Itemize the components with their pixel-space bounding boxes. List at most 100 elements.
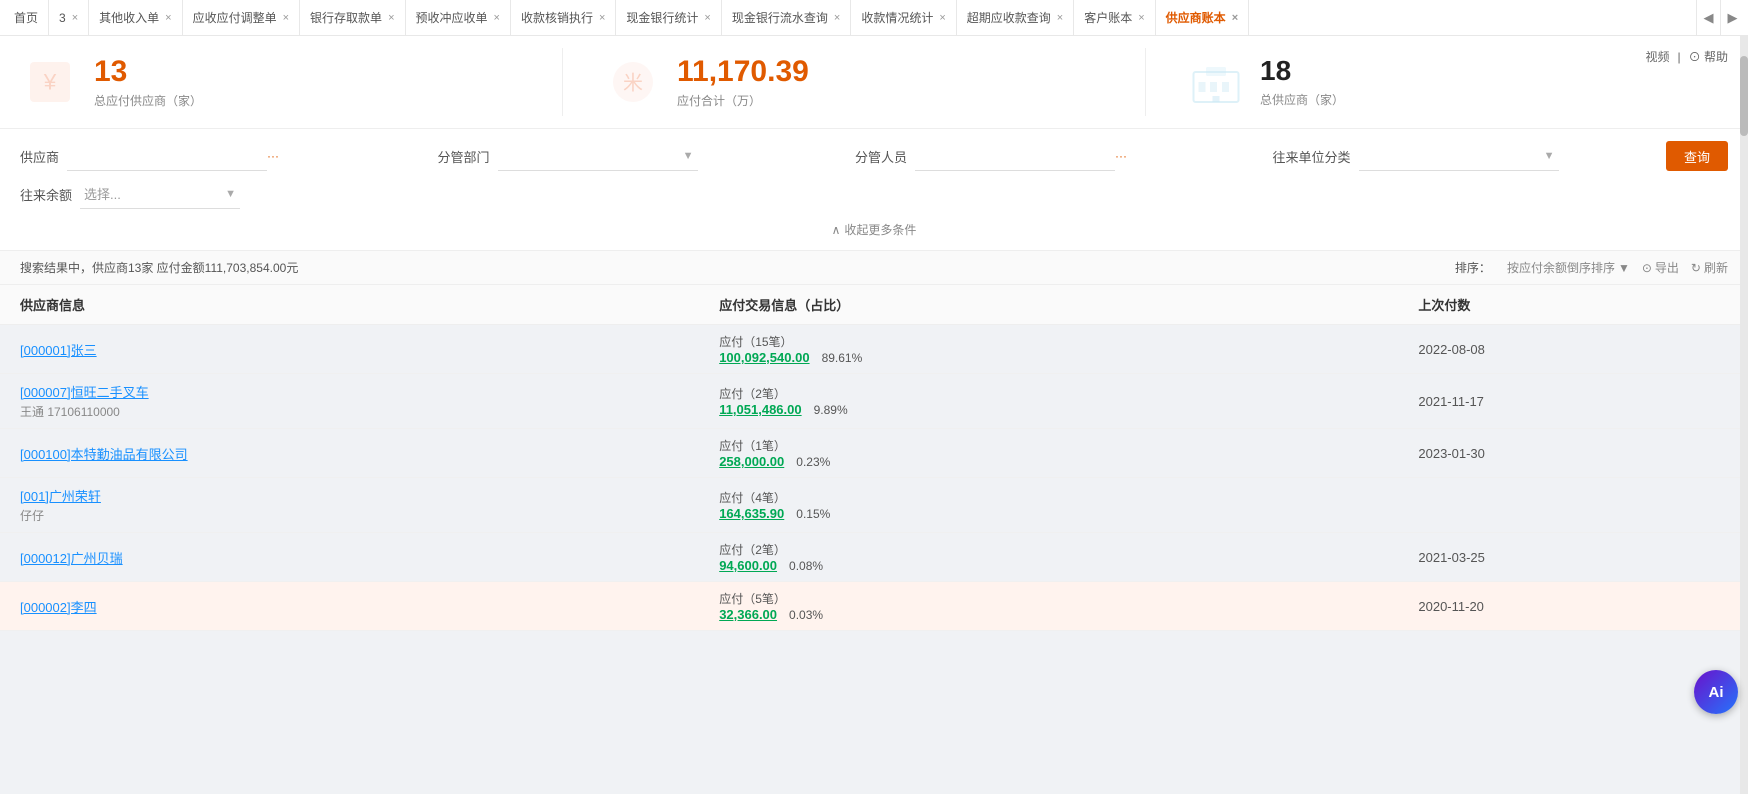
last-payment-cell	[1398, 478, 1748, 533]
tab-close-customer-account[interactable]: ×	[1138, 12, 1144, 24]
last-payment-cell: 2023-01-30	[1398, 429, 1748, 478]
supplier-info-cell: [000100]本特勤油品有限公司	[0, 429, 699, 478]
tab-close-supplier-account[interactable]: ×	[1232, 12, 1238, 24]
supplier-input[interactable]	[67, 141, 267, 171]
payable-amount[interactable]: 94,600.00	[719, 558, 777, 573]
th-last-payment: 上次付数	[1398, 285, 1748, 325]
collapse-button[interactable]: ∧ 收起更多条件	[20, 217, 1728, 242]
payable-label: 应付（1笔）	[719, 437, 1378, 454]
filter-category: 往来单位分类 ▼	[1273, 141, 1651, 171]
balance-select[interactable]: 选择... ▼	[80, 179, 240, 209]
tab-close-overdue-query[interactable]: ×	[1057, 12, 1063, 24]
table-row: [001]广州荣轩仔仔应付（4笔）164,635.900.15%	[0, 478, 1748, 533]
supplier-link[interactable]: [001]广州荣轩	[20, 489, 101, 504]
nav-tab-cash-bank-flow[interactable]: 现金银行流水查询×	[722, 0, 851, 36]
nav-tab-collection-stat[interactable]: 收款情况统计×	[851, 0, 956, 36]
nav-tab-home[interactable]: 首页	[4, 0, 49, 36]
refresh-button[interactable]: ↻ 刷新	[1691, 259, 1728, 276]
tab-close-other-income[interactable]: ×	[165, 12, 171, 24]
sort-select[interactable]: 按应付余额倒序排序 ▼	[1507, 259, 1630, 276]
export-button[interactable]: ⊙ 导出	[1642, 259, 1679, 276]
help-icon: ⊙	[1689, 50, 1701, 64]
filter-supplier: 供应商 ···	[20, 141, 398, 171]
nav-tab-cash-bank-stat[interactable]: 现金银行统计×	[616, 0, 721, 36]
filter-person: 分管人员 ···	[855, 141, 1233, 171]
total-suppliers-number: 18	[1260, 56, 1344, 87]
payable-amount[interactable]: 100,092,540.00	[719, 350, 809, 365]
table-header: 供应商信息 应付交易信息（占比） 上次付数	[0, 285, 1748, 325]
nav-prev-arrow[interactable]: ◀	[1696, 0, 1720, 36]
nav-tab-supplier-account[interactable]: 供应商账本×	[1156, 0, 1249, 36]
payable-amount[interactable]: 258,000.00	[719, 454, 784, 469]
nav-next-arrow[interactable]: ▶	[1720, 0, 1744, 36]
nav-tab-other-income[interactable]: 其他收入单×	[89, 0, 182, 36]
dept-select[interactable]: ▼	[498, 141, 698, 171]
nav-tab-bank-deposit[interactable]: 银行存取款单×	[300, 0, 405, 36]
nav-tab-customer-account[interactable]: 客户账本×	[1074, 0, 1155, 36]
balance-select-text: 选择...	[80, 184, 225, 203]
filter-dept: 分管部门 ▼	[438, 141, 816, 171]
category-filter-label: 往来单位分类	[1273, 147, 1351, 166]
payable-amount[interactable]: 164,635.90	[719, 506, 784, 521]
person-ellipsis[interactable]: ···	[1115, 149, 1127, 163]
stat-content-total-suppliers: 18 总供应商（家）	[1260, 56, 1344, 108]
payable-amount[interactable]: 32,366.00	[719, 607, 777, 622]
tab-close-bank-deposit[interactable]: ×	[388, 12, 394, 24]
nav-tab-prepay-receive[interactable]: 预收冲应收单×	[406, 0, 511, 36]
sort-dropdown-icon: ▼	[1618, 261, 1630, 275]
supplier-link[interactable]: [000100]本特勤油品有限公司	[20, 447, 188, 462]
export-icon: ⊙	[1642, 261, 1652, 275]
category-select[interactable]: ▼	[1359, 141, 1559, 171]
nav-tab-tab3[interactable]: 3×	[49, 0, 89, 36]
tab-close-collection-stat[interactable]: ×	[939, 12, 945, 24]
th-payable-info: 应付交易信息（占比）	[699, 285, 1398, 325]
last-payment-cell: 2021-11-17	[1398, 374, 1748, 429]
collapse-chevron-icon: ∧	[832, 223, 841, 237]
nav-tab-receipt-verify[interactable]: 收款核销执行×	[511, 0, 616, 36]
tab-close-tab3[interactable]: ×	[72, 12, 78, 24]
scrollbar-thumb[interactable]	[1740, 56, 1748, 136]
payable-info-cell: 应付（1笔）258,000.000.23%	[699, 429, 1398, 478]
person-input[interactable]	[915, 141, 1115, 171]
tab-close-receipt-verify[interactable]: ×	[599, 12, 605, 24]
payable-total-icon: 米	[603, 52, 663, 112]
nav-arrows: ◀ ▶	[1696, 0, 1744, 36]
query-button[interactable]: 查询	[1666, 141, 1728, 171]
category-dropdown-icon: ▼	[1544, 150, 1555, 162]
payable-label: 应付（2笔）	[719, 385, 1378, 402]
payable-amount[interactable]: 11,051,486.00	[719, 402, 801, 417]
payable-info-cell: 应付（2笔）11,051,486.009.89%	[699, 374, 1398, 429]
total-suppliers-icon	[1186, 52, 1246, 112]
supplier-link[interactable]: [000001]张三	[20, 343, 97, 358]
balance-filter-label: 往来余额	[20, 185, 72, 204]
payable-total-label: 应付合计（万）	[677, 92, 809, 109]
payable-percent: 89.61%	[822, 351, 863, 365]
nav-bar: 首页3×其他收入单×应收应付调整单×银行存取款单×预收冲应收单×收款核销执行×现…	[0, 0, 1748, 36]
supplier-filter-label: 供应商	[20, 147, 59, 166]
results-summary: 搜索结果中，供应商13家 应付金额111,703,854.00元	[20, 259, 298, 276]
help-link[interactable]: ⊙ 帮助	[1689, 48, 1728, 65]
refresh-icon: ↻	[1691, 261, 1701, 275]
supplier-link[interactable]: [000002]李四	[20, 600, 97, 615]
nav-tab-ap-adjustment[interactable]: 应收应付调整单×	[183, 0, 300, 36]
ai-assistant-button[interactable]: Ai	[1694, 670, 1738, 714]
tab-close-cash-bank-flow[interactable]: ×	[834, 12, 840, 24]
table-row: [000100]本特勤油品有限公司 应付（1笔）258,000.000.23%20…	[0, 429, 1748, 478]
supplier-sub: 仔仔	[20, 507, 679, 524]
tab-close-prepay-receive[interactable]: ×	[494, 12, 500, 24]
nav-tab-overdue-query[interactable]: 超期应收款查询×	[957, 0, 1074, 36]
data-table: 供应商信息 应付交易信息（占比） 上次付数 [000001]张三应付（15笔）1…	[0, 285, 1748, 631]
balance-dropdown-icon: ▼	[225, 188, 236, 200]
dept-filter-label: 分管部门	[438, 147, 490, 166]
supplier-ellipsis[interactable]: ···	[267, 149, 279, 163]
tab-close-ap-adjustment[interactable]: ×	[283, 12, 289, 24]
payable-info-cell: 应付（4笔）164,635.900.15%	[699, 478, 1398, 533]
supplier-link[interactable]: [000012]广州贝瑞	[20, 551, 123, 566]
supplier-link[interactable]: [000007]恒旺二手叉车	[20, 385, 149, 400]
tab-close-cash-bank-stat[interactable]: ×	[704, 12, 710, 24]
video-link[interactable]: 视频	[1645, 48, 1669, 65]
supplier-info-cell: [000007]恒旺二手叉车王通 17106110000	[0, 374, 699, 429]
filter-row-2: 往来余额 选择... ▼	[20, 179, 1728, 209]
right-scrollbar[interactable]	[1740, 36, 1748, 794]
payable-percent: 0.15%	[796, 507, 830, 521]
